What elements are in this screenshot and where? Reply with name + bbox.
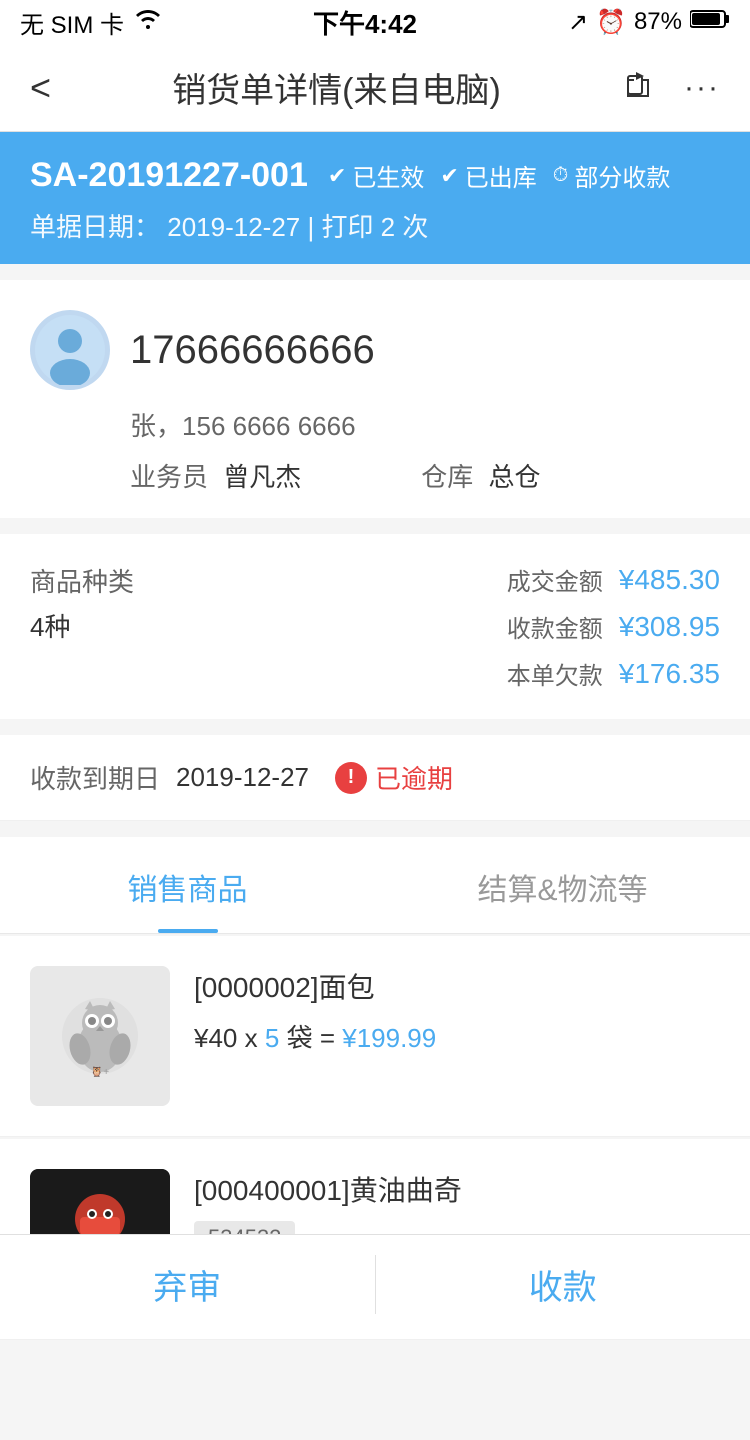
received-value: ¥308.95 bbox=[619, 611, 720, 643]
product-qty-1: 5 bbox=[265, 1023, 279, 1053]
tabs-row: 销售商品 结算&物流等 bbox=[0, 837, 750, 934]
status-time: 下午4:42 bbox=[313, 4, 417, 41]
debt-value: ¥176.35 bbox=[619, 658, 720, 690]
status-badges: ✔ 已生效 ✔ 已出库 ⏱ 部分收款 bbox=[328, 158, 670, 193]
page-title: 销货单详情(来自电脑) bbox=[172, 63, 501, 112]
product-total-1: ¥199.99 bbox=[342, 1023, 436, 1053]
location-icon: ↗ bbox=[568, 8, 588, 37]
nav-bar: < 销货单详情(来自电脑) ··· bbox=[0, 44, 750, 132]
product-info-1: [0000002]面包 ¥40 x 5 袋 = ¥199.99 bbox=[194, 966, 720, 1055]
bottom-bar: 弃审 收款 bbox=[0, 1234, 750, 1334]
badge-shipped: ✔ 已出库 bbox=[440, 158, 536, 193]
due-date-value: 2019-12-27 bbox=[176, 762, 309, 793]
product-price-1: ¥40 x 5 袋 = ¥199.99 bbox=[194, 1018, 720, 1055]
status-bar: 无 SIM 卡 下午4:42 ↗ ⏰ 87% bbox=[0, 0, 750, 44]
product-item-1: 🦉+ [0000002]面包 ¥40 x 5 袋 = ¥199.99 bbox=[0, 936, 750, 1137]
goods-type-value: 4种 bbox=[30, 607, 134, 644]
collect-payment-button[interactable]: 收款 bbox=[376, 1235, 750, 1334]
deal-amount-row: 成交金额 ¥485.30 bbox=[507, 562, 720, 597]
summary-section: 商品种类 4种 成交金额 ¥485.30 收款金额 ¥308.95 本单欠款 ¥… bbox=[0, 534, 750, 719]
cancel-review-button[interactable]: 弃审 bbox=[0, 1235, 375, 1334]
product-thumb-1: 🦉+ bbox=[30, 966, 170, 1106]
product-name-1: [0000002]面包 bbox=[194, 966, 720, 1006]
received-amount-row: 收款金额 ¥308.95 bbox=[507, 609, 720, 644]
check-icon-1: ✔ bbox=[328, 163, 346, 189]
status-right: ↗ ⏰ 87% bbox=[568, 8, 730, 37]
summary-left: 商品种类 4种 bbox=[30, 562, 134, 644]
battery-icon bbox=[690, 8, 730, 36]
debt-label: 本单欠款 bbox=[507, 656, 603, 691]
overdue-icon: ! bbox=[335, 762, 367, 794]
deal-amount-label: 成交金额 bbox=[507, 562, 603, 597]
customer-section: 17666666666 张，156 6666 6666 业务员 曾凡杰 仓库 总… bbox=[0, 280, 750, 518]
check-icon-2: ✔ bbox=[440, 163, 458, 189]
share-icon[interactable] bbox=[622, 68, 654, 108]
status-left: 无 SIM 卡 bbox=[20, 5, 162, 40]
nav-icons: ··· bbox=[622, 68, 720, 108]
due-section: 收款到期日 2019-12-27 ! 已逾期 bbox=[0, 735, 750, 821]
battery-text: 87% bbox=[634, 8, 682, 36]
svg-text:🦉+: 🦉+ bbox=[91, 1066, 109, 1078]
salesman-label: 业务员 曾凡杰 bbox=[130, 457, 301, 494]
avatar bbox=[30, 310, 110, 390]
order-id: SA-20191227-001 bbox=[30, 156, 308, 195]
more-icon[interactable]: ··· bbox=[684, 71, 720, 105]
warehouse-label: 仓库 总仓 bbox=[421, 457, 540, 494]
clock-icon: ⏱ bbox=[553, 164, 569, 187]
back-button[interactable]: < bbox=[30, 67, 51, 109]
alarm-icon: ⏰ bbox=[596, 8, 626, 37]
customer-contact: 张，156 6666 6666 bbox=[130, 406, 720, 443]
summary-right: 成交金额 ¥485.30 收款金额 ¥308.95 本单欠款 ¥176.35 bbox=[507, 562, 720, 691]
goods-type-label: 商品种类 bbox=[30, 562, 134, 599]
deal-amount-value: ¥485.30 bbox=[619, 564, 720, 596]
overdue-badge: ! 已逾期 bbox=[335, 759, 453, 796]
order-id-row: SA-20191227-001 ✔ 已生效 ✔ 已出库 ⏱ 部分收款 bbox=[30, 156, 720, 195]
carrier-text: 无 SIM 卡 bbox=[20, 5, 124, 40]
owl-placeholder: 🦉+ bbox=[30, 966, 170, 1106]
tab-settlement-logistics[interactable]: 结算&物流等 bbox=[375, 837, 750, 933]
order-header: SA-20191227-001 ✔ 已生效 ✔ 已出库 ⏱ 部分收款 单据日期：… bbox=[0, 132, 750, 264]
tab-sales-products[interactable]: 销售商品 bbox=[0, 837, 375, 933]
order-date-row: 单据日期： 2019-12-27 | 打印 2 次 bbox=[30, 207, 720, 244]
customer-row: 17666666666 bbox=[30, 310, 720, 390]
received-label: 收款金额 bbox=[507, 609, 603, 644]
wifi-icon bbox=[134, 8, 162, 36]
badge-effective: ✔ 已生效 bbox=[328, 158, 424, 193]
product-name-2: [000400001]黄油曲奇 bbox=[194, 1169, 720, 1209]
due-date-label: 收款到期日 bbox=[30, 759, 160, 796]
tabs-section: 销售商品 结算&物流等 bbox=[0, 837, 750, 934]
badge-partial-payment: ⏱ 部分收款 bbox=[553, 158, 671, 193]
customer-phone: 17666666666 bbox=[130, 328, 375, 373]
overdue-text: 已逾期 bbox=[375, 759, 453, 796]
customer-meta: 业务员 曾凡杰 仓库 总仓 bbox=[130, 457, 720, 494]
debt-amount-row: 本单欠款 ¥176.35 bbox=[507, 656, 720, 691]
